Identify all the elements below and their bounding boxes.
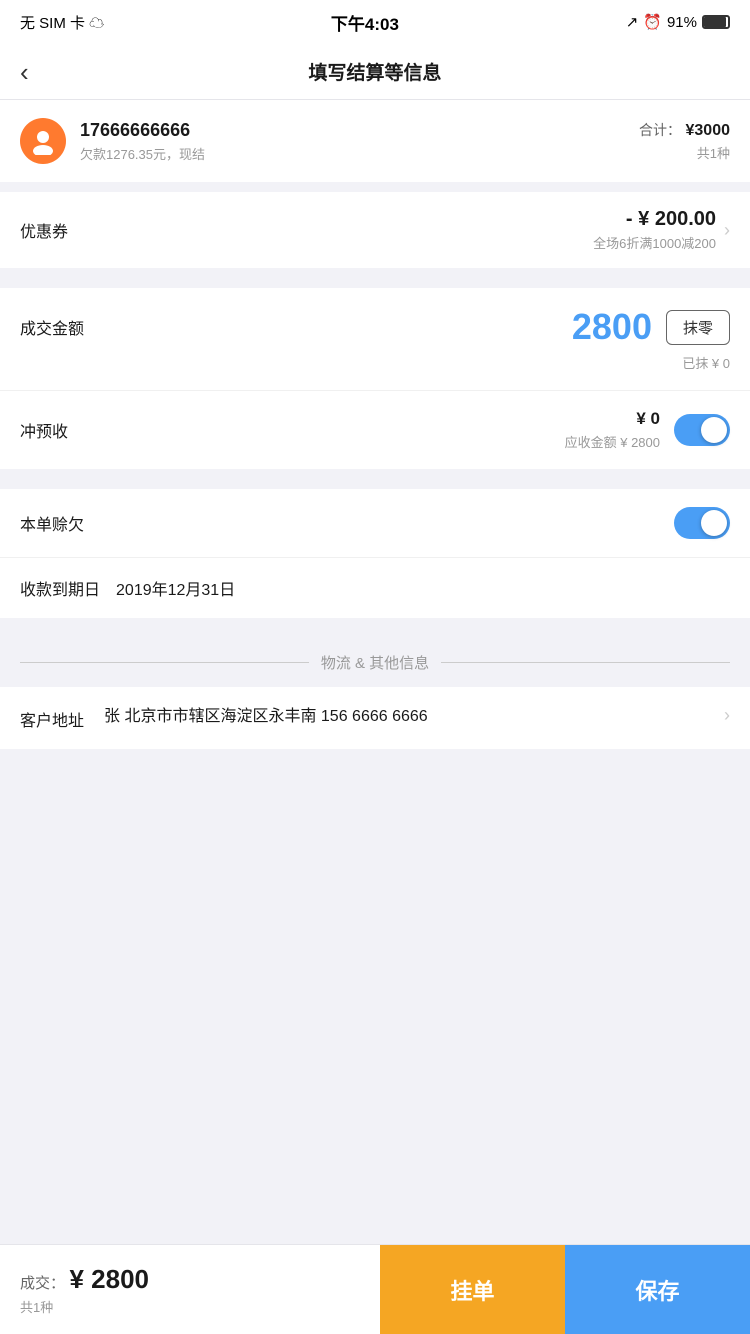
- bottom-summary: 成交： ¥ 2800 共1种: [0, 1264, 380, 1316]
- status-time: 下午4:03: [331, 10, 399, 35]
- status-right: ↗ ⏰ 91%: [626, 13, 730, 31]
- coupon-right: - ¥ 200.00 全场6折满1000减200 ›: [593, 208, 730, 252]
- deal-row: 成交金额 2800 抹零: [20, 306, 730, 348]
- battery-icon: [702, 15, 730, 29]
- due-date-label: 收款到期日: [20, 576, 100, 600]
- deal-amount-value: 2800: [572, 306, 652, 348]
- address-label: 客户地址: [20, 705, 84, 731]
- logistics-line-right: [441, 662, 730, 663]
- customer-info: 17666666666 欠款1276.35元，现结: [80, 120, 205, 163]
- total-amount: ¥3000: [686, 122, 731, 139]
- chevron-right-icon: ›: [724, 220, 730, 241]
- back-button[interactable]: ‹: [20, 59, 29, 85]
- total-count: 共1种: [639, 143, 730, 162]
- deal-sub-text: 已抹 ¥ 0: [20, 353, 730, 372]
- section-divider-2: [0, 469, 750, 479]
- address-section[interactable]: 客户地址 张 北京市市辖区海淀区永丰南 156 6666 6666 ›: [0, 687, 750, 749]
- coupon-amount: - ¥ 200.00: [593, 208, 716, 231]
- alarm-icon: ⏰: [643, 13, 662, 31]
- address-right: ›: [724, 705, 730, 726]
- coupon-row[interactable]: 优惠券 - ¥ 200.00 全场6折满1000减200 ›: [0, 192, 750, 268]
- customer-left: 17666666666 欠款1276.35元，现结: [20, 118, 205, 164]
- due-date-row: 收款到期日 2019年12月31日: [20, 576, 730, 600]
- save-button[interactable]: 保存: [565, 1245, 750, 1334]
- avatar: [20, 118, 66, 164]
- bottom-amount: ¥ 2800: [69, 1264, 149, 1294]
- battery-label: 91%: [667, 14, 697, 31]
- bottom-bar: 成交： ¥ 2800 共1种 挂单 保存: [0, 1244, 750, 1334]
- status-left: 无 SIM 卡 ☁: [20, 12, 104, 33]
- address-value: 张 北京市市辖区海淀区永丰南 156 6666 6666: [104, 705, 724, 729]
- bottom-count: 共1种: [20, 1297, 360, 1316]
- section-divider-1: [0, 278, 750, 288]
- prepaid-amount: ¥ 0 应收金额 ¥ 2800: [565, 409, 660, 451]
- logistics-title: 物流 & 其他信息: [321, 652, 429, 673]
- round-button[interactable]: 抹零: [666, 310, 730, 345]
- customer-card: 17666666666 欠款1276.35元，现结 合计： ¥3000 共1种: [0, 100, 750, 182]
- deal-amount-label: 成交金额: [20, 315, 84, 339]
- prepaid-label: 冲预收: [20, 418, 68, 442]
- status-bar: 无 SIM 卡 ☁ 下午4:03 ↗ ⏰ 91%: [0, 0, 750, 44]
- logistics-header: 物流 & 其他信息: [0, 638, 750, 687]
- customer-phone: 17666666666: [80, 120, 205, 141]
- address-chevron-icon: ›: [724, 705, 730, 726]
- deal-amount-section: 成交金额 2800 抹零 已抹 ¥ 0: [0, 288, 750, 390]
- credit-label: 本单赊欠: [20, 511, 84, 535]
- prepaid-right: ¥ 0 应收金额 ¥ 2800: [565, 409, 730, 451]
- total-label-row: 合计： ¥3000: [639, 120, 730, 140]
- bottom-deal-row: 成交： ¥ 2800: [20, 1264, 360, 1295]
- due-date-section: 收款到期日 2019年12月31日: [0, 557, 750, 618]
- location-icon: ↗: [626, 13, 639, 31]
- customer-subtitle: 欠款1276.35元，现结: [80, 144, 205, 163]
- prepaid-amount-val: ¥ 0: [565, 409, 660, 429]
- credit-section: 本单赊欠: [0, 489, 750, 557]
- logistics-line-left: [20, 662, 309, 663]
- coupon-desc: 全场6折满1000减200: [593, 233, 716, 252]
- nav-bar: ‹ 填写结算等信息: [0, 44, 750, 100]
- due-date-value: 2019年12月31日: [116, 576, 235, 600]
- prepaid-section: 冲预收 ¥ 0 应收金额 ¥ 2800: [0, 390, 750, 469]
- deal-right: 2800 抹零: [572, 306, 730, 348]
- prepaid-toggle[interactable]: [674, 414, 730, 446]
- page-title: 填写结算等信息: [308, 58, 441, 85]
- credit-toggle[interactable]: [674, 507, 730, 539]
- coupon-label: 优惠券: [20, 218, 68, 242]
- logistics-divider: [0, 628, 750, 638]
- main-content: 17666666666 欠款1276.35元，现结 合计： ¥3000 共1种 …: [0, 100, 750, 849]
- prepaid-amount-sub: 应收金额 ¥ 2800: [565, 432, 660, 451]
- hold-button[interactable]: 挂单: [380, 1245, 565, 1334]
- customer-right: 合计： ¥3000 共1种: [639, 120, 730, 162]
- bottom-deal-label: 成交：: [20, 1275, 65, 1292]
- no-sim-label: 无 SIM 卡 ☁: [20, 12, 104, 33]
- prepaid-row: 冲预收 ¥ 0 应收金额 ¥ 2800: [20, 409, 730, 451]
- coupon-info: - ¥ 200.00 全场6折满1000减200: [593, 208, 716, 252]
- total-label: 合计：: [639, 122, 681, 138]
